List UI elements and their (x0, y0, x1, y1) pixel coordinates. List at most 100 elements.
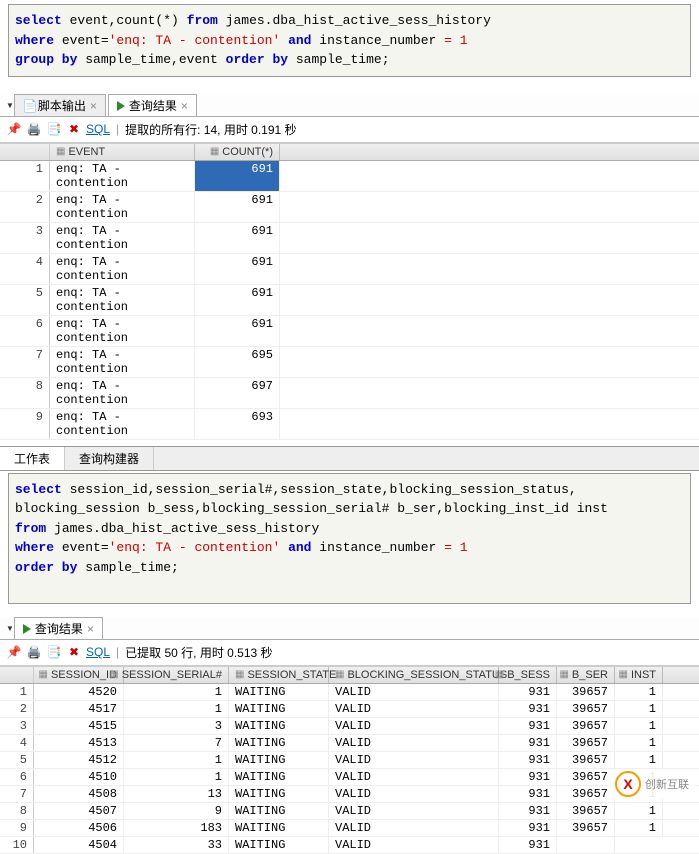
col-header-session-serial[interactable]: ▦SESSION_SERIAL# (124, 667, 229, 683)
table-row[interactable]: 845079WAITINGVALID931396571 (0, 803, 699, 820)
cell[interactable]: 1 (124, 752, 229, 768)
cell[interactable]: 931 (499, 701, 557, 717)
cell[interactable]: 931 (499, 752, 557, 768)
cell[interactable]: 1 (124, 701, 229, 717)
print-icon[interactable]: 🖨️ (26, 121, 42, 137)
cell-event[interactable]: enq: TA - contention (50, 285, 195, 315)
table-row[interactable]: 1enq: TA - contention691 (0, 161, 699, 192)
cell[interactable]: 4506 (34, 820, 124, 836)
table-row[interactable]: 545121WAITINGVALID931396571 (0, 752, 699, 769)
cell[interactable]: 1 (615, 684, 663, 700)
col-header-count[interactable]: ▦COUNT(*) (195, 144, 280, 160)
result-grid-2[interactable]: ▦SESSION_ID ▦SESSION_SERIAL# ▦SESSION_ST… (0, 666, 699, 854)
row-number[interactable]: 8 (0, 378, 50, 408)
cell-count[interactable]: 691 (195, 254, 280, 284)
cell[interactable]: 39657 (557, 701, 615, 717)
cell-event[interactable]: enq: TA - contention (50, 347, 195, 377)
cell[interactable]: 1 (615, 752, 663, 768)
cell[interactable]: 1 (615, 735, 663, 751)
cell-event[interactable]: enq: TA - contention (50, 316, 195, 346)
row-number[interactable]: 2 (0, 701, 34, 717)
cell[interactable]: WAITING (229, 820, 329, 836)
print-icon[interactable]: 🖨️ (26, 644, 42, 660)
export-icon[interactable]: 📑 (46, 644, 62, 660)
cell[interactable]: 39657 (557, 786, 615, 802)
table-row[interactable]: 3enq: TA - contention691 (0, 223, 699, 254)
cell[interactable]: 39657 (557, 820, 615, 836)
row-number[interactable]: 9 (0, 409, 50, 439)
cell[interactable]: 13 (124, 786, 229, 802)
cell[interactable]: VALID (329, 803, 499, 819)
tabs-dropdown-icon[interactable]: ▼ (6, 101, 14, 110)
tabs-dropdown-icon[interactable]: ▼ (6, 624, 14, 633)
close-icon[interactable]: × (181, 99, 188, 113)
row-number[interactable]: 7 (0, 786, 34, 802)
cell[interactable]: 9 (124, 803, 229, 819)
cell[interactable]: 931 (499, 803, 557, 819)
row-number[interactable]: 5 (0, 285, 50, 315)
close-icon[interactable]: × (90, 99, 97, 113)
cell[interactable]: 3 (124, 718, 229, 734)
cell-count[interactable]: 697 (195, 378, 280, 408)
row-number[interactable]: 6 (0, 316, 50, 346)
pin-icon[interactable]: 📌 (6, 121, 22, 137)
table-row[interactable]: 94506183WAITINGVALID931396571 (0, 820, 699, 837)
cell-count[interactable]: 691 (195, 316, 280, 346)
tab-script-output[interactable]: 📄 脚本输出 × (14, 94, 106, 116)
cell[interactable]: WAITING (229, 701, 329, 717)
col-header-session-state[interactable]: ▦SESSION_STATE (229, 667, 329, 683)
cell[interactable]: WAITING (229, 786, 329, 802)
cell[interactable]: VALID (329, 684, 499, 700)
cell[interactable]: 4510 (34, 769, 124, 785)
tab-query-builder[interactable]: 查询构建器 (65, 447, 154, 470)
cell[interactable]: VALID (329, 837, 499, 853)
table-row[interactable]: 145201WAITINGVALID931396571 (0, 684, 699, 701)
cell-count[interactable]: 695 (195, 347, 280, 377)
sql-editor-2[interactable]: select session_id,session_serial#,sessio… (8, 473, 691, 604)
cell-count[interactable]: 691 (195, 161, 280, 191)
row-number[interactable]: 1 (0, 684, 34, 700)
table-row[interactable]: 7enq: TA - contention695 (0, 347, 699, 378)
table-row[interactable]: 8enq: TA - contention697 (0, 378, 699, 409)
cell[interactable]: 1 (615, 803, 663, 819)
col-header-event[interactable]: ▦EVENT (50, 144, 195, 160)
cell-event[interactable]: enq: TA - contention (50, 223, 195, 253)
row-number[interactable]: 6 (0, 769, 34, 785)
cell[interactable]: 4512 (34, 752, 124, 768)
table-row[interactable]: 245171WAITINGVALID931396571 (0, 701, 699, 718)
cell[interactable]: 183 (124, 820, 229, 836)
cell[interactable]: 39657 (557, 803, 615, 819)
col-header-blocking-status[interactable]: ▦BLOCKING_SESSION_STATUS (329, 667, 499, 683)
sql-link-2[interactable]: SQL (86, 645, 110, 659)
cell[interactable]: 1 (124, 769, 229, 785)
row-number[interactable]: 7 (0, 347, 50, 377)
cell[interactable]: 1 (124, 684, 229, 700)
cell[interactable]: VALID (329, 735, 499, 751)
row-number[interactable]: 2 (0, 192, 50, 222)
cell[interactable]: 1 (615, 718, 663, 734)
cell[interactable]: WAITING (229, 684, 329, 700)
result-grid-1[interactable]: ▦EVENT ▦COUNT(*) 1enq: TA - contention69… (0, 143, 699, 440)
cell[interactable]: VALID (329, 786, 499, 802)
tab-query-result-2[interactable]: 查询结果 × (14, 617, 103, 639)
table-row[interactable]: 645101WAITINGVALID931396571 (0, 769, 699, 786)
cell[interactable]: 931 (499, 786, 557, 802)
row-number[interactable]: 10 (0, 837, 34, 853)
cell[interactable]: VALID (329, 769, 499, 785)
cell[interactable]: 39657 (557, 752, 615, 768)
row-number[interactable]: 3 (0, 718, 34, 734)
table-row[interactable]: 5enq: TA - contention691 (0, 285, 699, 316)
table-row[interactable]: 7450813WAITINGVALID931396571 (0, 786, 699, 803)
cell[interactable]: 931 (499, 769, 557, 785)
cell[interactable]: 39657 (557, 735, 615, 751)
close-icon[interactable]: × (87, 622, 94, 636)
cell[interactable]: 931 (499, 820, 557, 836)
cell[interactable]: 39657 (557, 769, 615, 785)
cell[interactable]: 4507 (34, 803, 124, 819)
cell[interactable]: WAITING (229, 837, 329, 853)
cell-count[interactable]: 691 (195, 192, 280, 222)
row-number[interactable]: 1 (0, 161, 50, 191)
cell[interactable]: 4520 (34, 684, 124, 700)
cell[interactable]: 33 (124, 837, 229, 853)
cell[interactable]: 4504 (34, 837, 124, 853)
